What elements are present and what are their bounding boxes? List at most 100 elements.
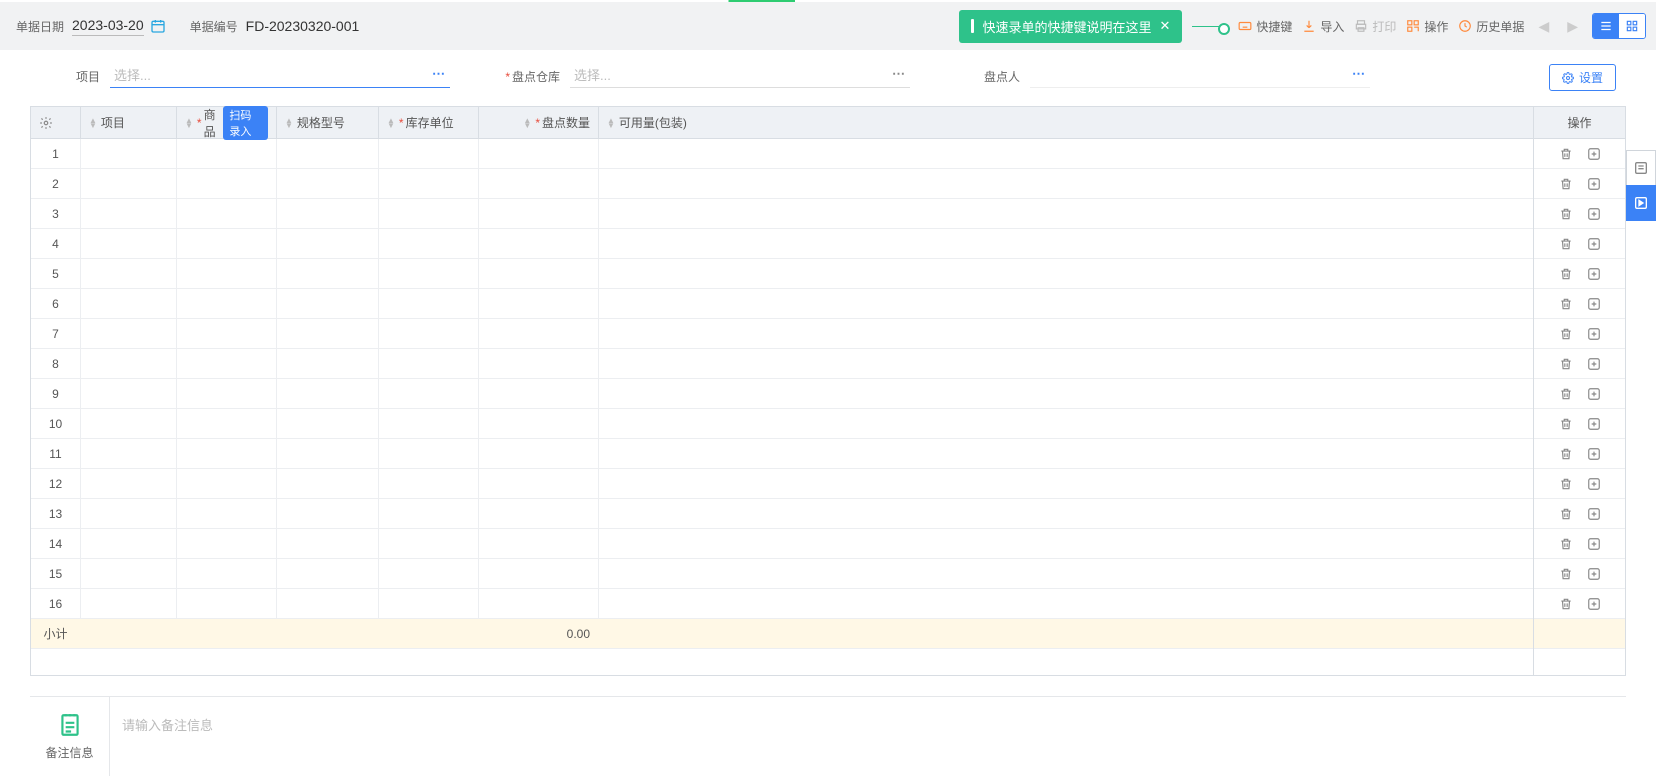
delete-row-icon[interactable] xyxy=(1559,447,1573,461)
ops-button[interactable]: 操作 xyxy=(1406,18,1448,35)
cell-spec[interactable] xyxy=(277,469,379,498)
project-input[interactable] xyxy=(110,64,450,88)
add-row-icon[interactable] xyxy=(1587,417,1601,431)
cell-qty[interactable] xyxy=(479,439,599,468)
prev-arrow-icon[interactable]: ◀ xyxy=(1534,18,1553,35)
cell-goods[interactable] xyxy=(177,199,277,228)
next-arrow-icon[interactable]: ▶ xyxy=(1563,18,1582,35)
delete-row-icon[interactable] xyxy=(1559,357,1573,371)
add-row-icon[interactable] xyxy=(1587,537,1601,551)
delete-row-icon[interactable] xyxy=(1559,477,1573,491)
side-tab-1[interactable] xyxy=(1626,150,1656,186)
delete-row-icon[interactable] xyxy=(1559,327,1573,341)
cell-unit[interactable] xyxy=(379,469,479,498)
cell-avail[interactable] xyxy=(599,319,1533,348)
cell-project[interactable] xyxy=(81,469,177,498)
cell-qty[interactable] xyxy=(479,589,599,618)
cell-unit[interactable] xyxy=(379,349,479,378)
cell-goods[interactable] xyxy=(177,469,277,498)
cell-qty[interactable] xyxy=(479,169,599,198)
col-unit[interactable]: ▲▼*库存单位 xyxy=(379,107,479,138)
add-row-icon[interactable] xyxy=(1587,567,1601,581)
view-card-button[interactable] xyxy=(1619,14,1645,38)
cell-avail[interactable] xyxy=(599,589,1533,618)
shortcut-button[interactable]: 快捷键 xyxy=(1238,18,1292,35)
table-row[interactable]: 3 xyxy=(31,199,1533,229)
add-row-icon[interactable] xyxy=(1587,177,1601,191)
table-row[interactable]: 5 xyxy=(31,259,1533,289)
cell-project[interactable] xyxy=(81,349,177,378)
view-list-button[interactable] xyxy=(1593,14,1619,38)
cell-unit[interactable] xyxy=(379,589,479,618)
cell-project[interactable] xyxy=(81,289,177,318)
date-value[interactable]: 2023-03-20 xyxy=(72,17,144,36)
cell-spec[interactable] xyxy=(277,139,379,168)
cell-unit[interactable] xyxy=(379,439,479,468)
cell-spec[interactable] xyxy=(277,229,379,258)
calendar-icon[interactable] xyxy=(150,18,166,34)
table-row[interactable]: 2 xyxy=(31,169,1533,199)
table-row[interactable]: 11 xyxy=(31,439,1533,469)
col-qty[interactable]: ▲▼*盘点数量 xyxy=(479,107,599,138)
cell-spec[interactable] xyxy=(277,379,379,408)
delete-row-icon[interactable] xyxy=(1559,147,1573,161)
cell-avail[interactable] xyxy=(599,289,1533,318)
add-row-icon[interactable] xyxy=(1587,357,1601,371)
cell-avail[interactable] xyxy=(599,259,1533,288)
delete-row-icon[interactable] xyxy=(1559,597,1573,611)
cell-goods[interactable] xyxy=(177,379,277,408)
add-row-icon[interactable] xyxy=(1587,237,1601,251)
delete-row-icon[interactable] xyxy=(1559,297,1573,311)
cell-qty[interactable] xyxy=(479,379,599,408)
col-avail[interactable]: ▲▼可用量(包装) xyxy=(599,107,1533,138)
delete-row-icon[interactable] xyxy=(1559,177,1573,191)
project-more-icon[interactable]: ⋯ xyxy=(432,66,446,82)
tip-close-icon[interactable]: ✕ xyxy=(1159,18,1170,34)
cell-avail[interactable] xyxy=(599,439,1533,468)
cell-spec[interactable] xyxy=(277,199,379,228)
add-row-icon[interactable] xyxy=(1587,447,1601,461)
warehouse-more-icon[interactable]: ⋯ xyxy=(892,66,906,82)
cell-goods[interactable] xyxy=(177,169,277,198)
settings-button[interactable]: 设置 xyxy=(1549,64,1616,91)
cell-goods[interactable] xyxy=(177,229,277,258)
delete-row-icon[interactable] xyxy=(1559,237,1573,251)
cell-unit[interactable] xyxy=(379,499,479,528)
cell-qty[interactable] xyxy=(479,139,599,168)
cell-qty[interactable] xyxy=(479,529,599,558)
cell-project[interactable] xyxy=(81,499,177,528)
cell-unit[interactable] xyxy=(379,559,479,588)
cell-goods[interactable] xyxy=(177,589,277,618)
cell-project[interactable] xyxy=(81,529,177,558)
cell-project[interactable] xyxy=(81,409,177,438)
cell-qty[interactable] xyxy=(479,349,599,378)
cell-project[interactable] xyxy=(81,169,177,198)
table-row[interactable]: 10 xyxy=(31,409,1533,439)
table-row[interactable]: 12 xyxy=(31,469,1533,499)
cell-project[interactable] xyxy=(81,229,177,258)
cell-spec[interactable] xyxy=(277,289,379,318)
cell-avail[interactable] xyxy=(599,529,1533,558)
cell-project[interactable] xyxy=(81,589,177,618)
cell-spec[interactable] xyxy=(277,439,379,468)
cell-spec[interactable] xyxy=(277,319,379,348)
cell-qty[interactable] xyxy=(479,559,599,588)
cell-unit[interactable] xyxy=(379,409,479,438)
add-row-icon[interactable] xyxy=(1587,207,1601,221)
cell-qty[interactable] xyxy=(479,499,599,528)
cell-qty[interactable] xyxy=(479,409,599,438)
add-row-icon[interactable] xyxy=(1587,507,1601,521)
cell-avail[interactable] xyxy=(599,469,1533,498)
cell-qty[interactable] xyxy=(479,259,599,288)
cell-unit[interactable] xyxy=(379,379,479,408)
table-row[interactable]: 7 xyxy=(31,319,1533,349)
history-button[interactable]: 历史单据 xyxy=(1458,18,1524,35)
cell-unit[interactable] xyxy=(379,169,479,198)
cell-spec[interactable] xyxy=(277,169,379,198)
delete-row-icon[interactable] xyxy=(1559,207,1573,221)
cell-unit[interactable] xyxy=(379,319,479,348)
add-row-icon[interactable] xyxy=(1587,477,1601,491)
cell-avail[interactable] xyxy=(599,199,1533,228)
table-row[interactable]: 16 xyxy=(31,589,1533,619)
cell-goods[interactable] xyxy=(177,499,277,528)
